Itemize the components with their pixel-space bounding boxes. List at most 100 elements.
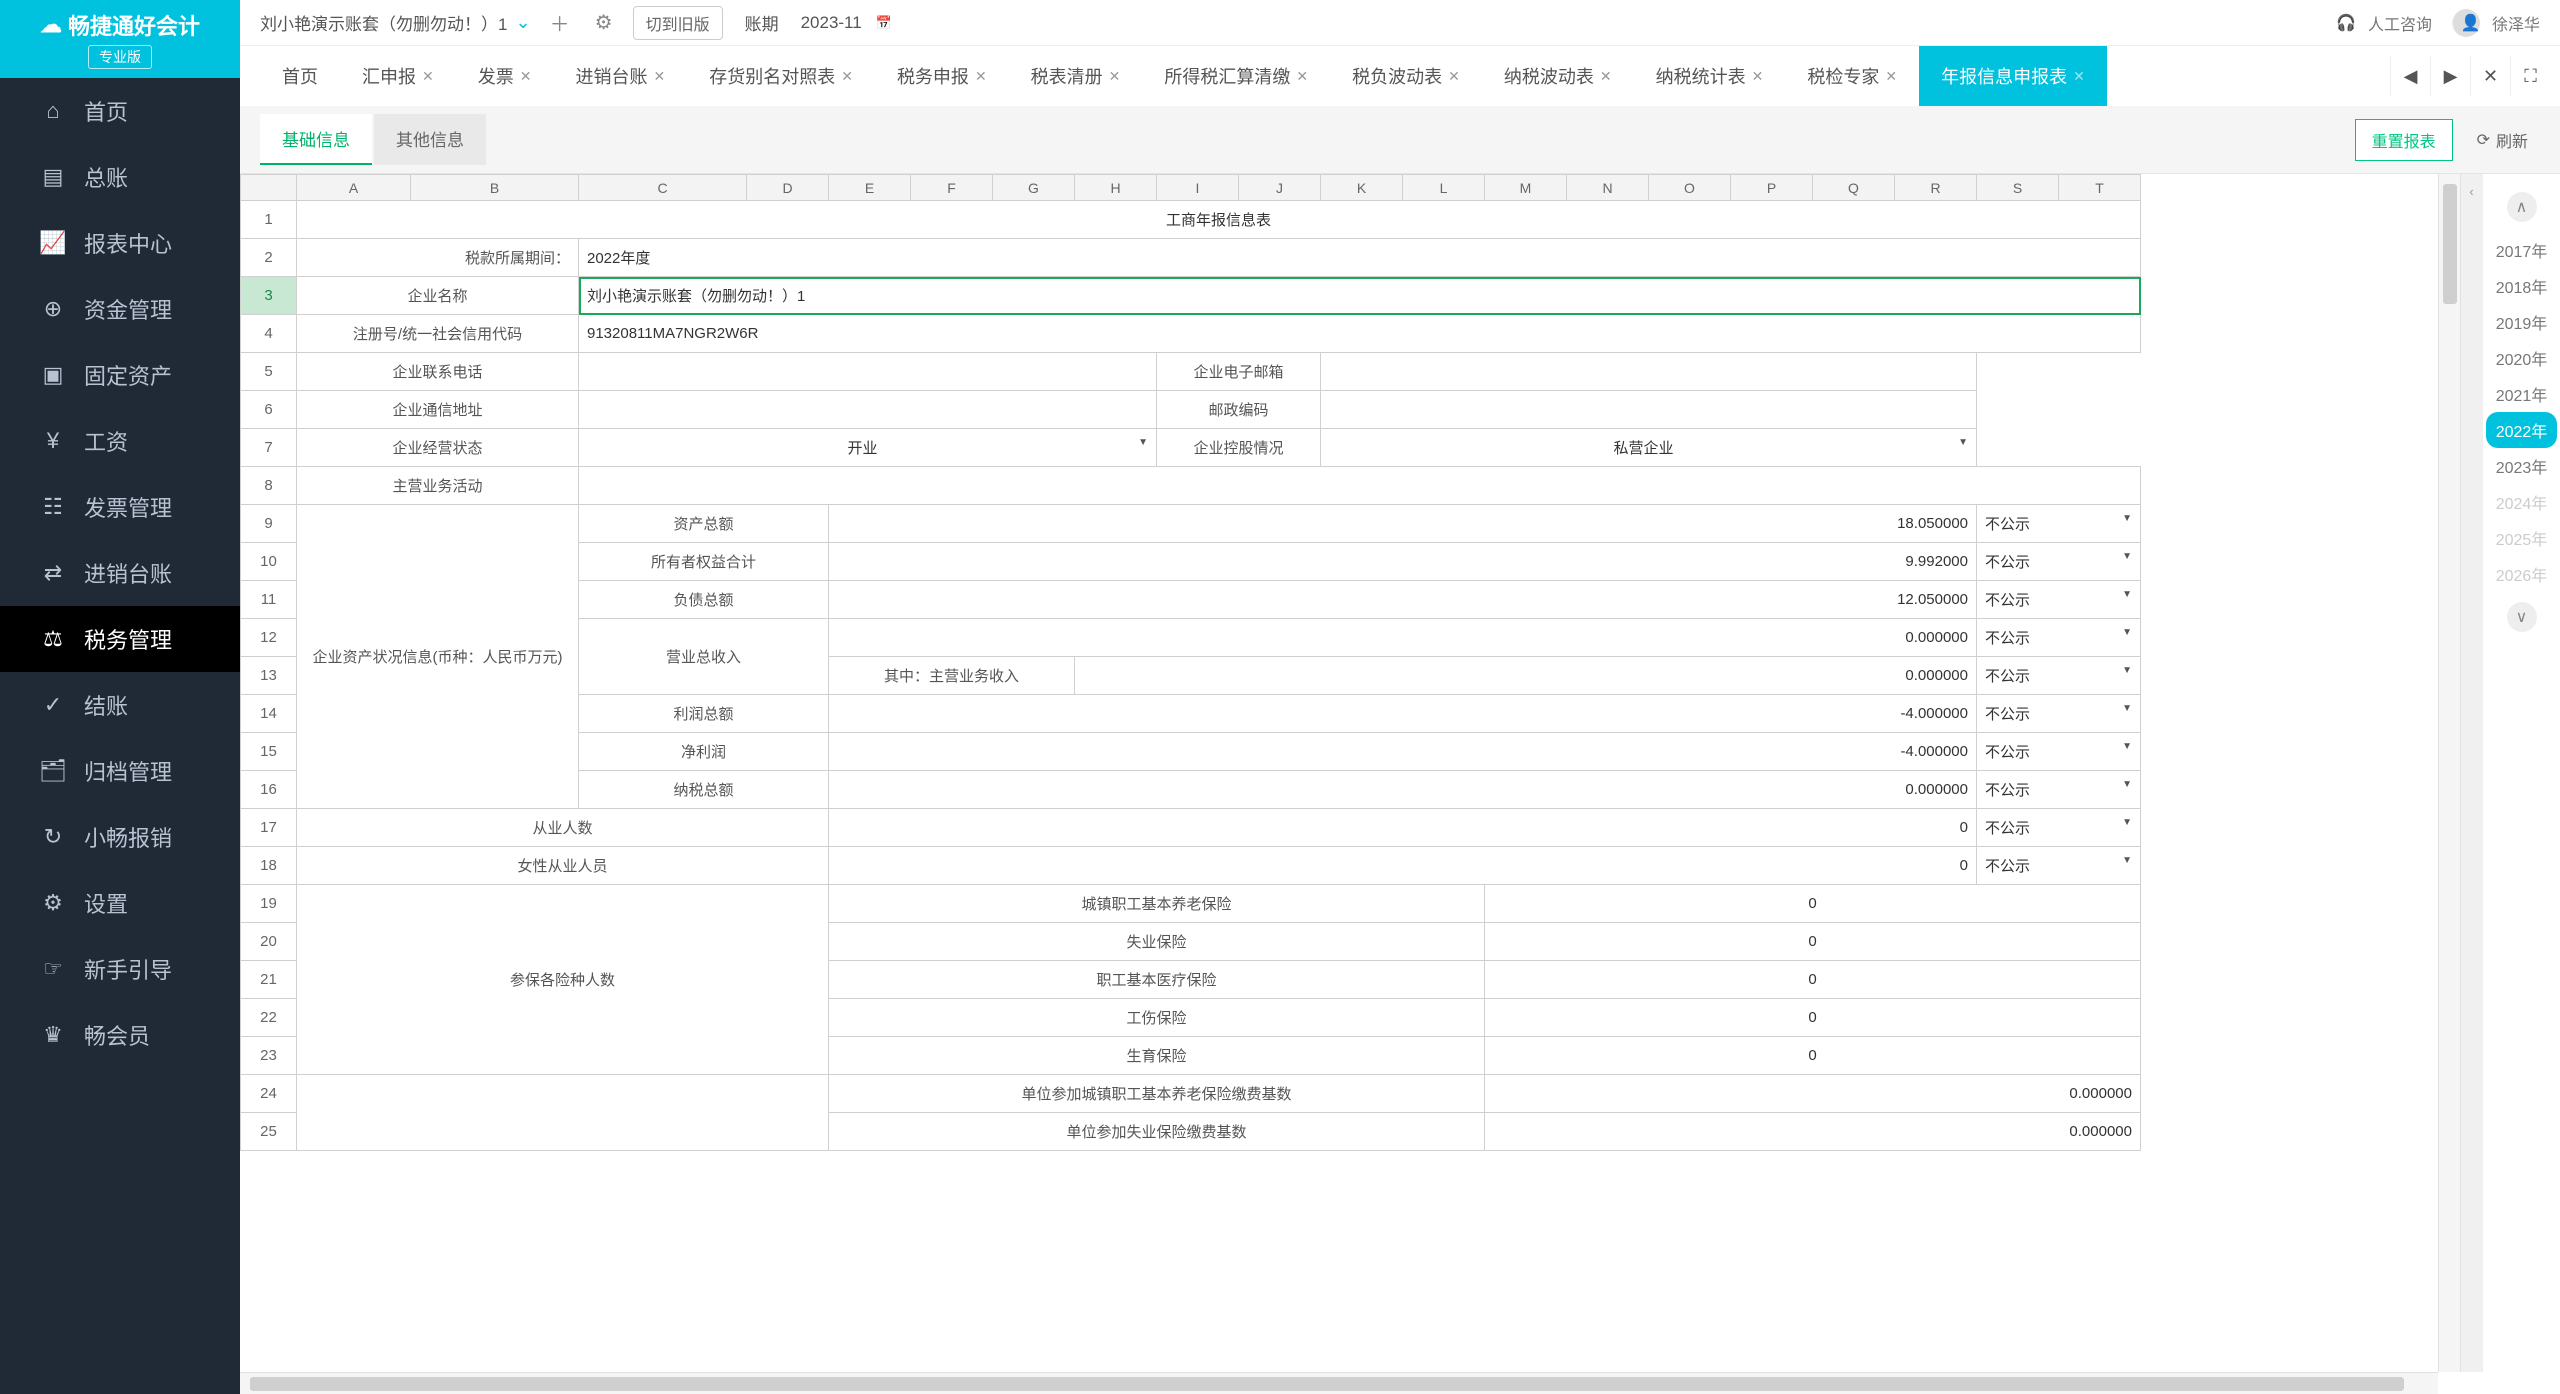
publish-dropdown[interactable]: 不公示▼ [1977,771,2141,809]
value-cell[interactable] [1321,353,1977,391]
col-header[interactable]: B [411,175,579,201]
tab-11[interactable]: 税检专家✕ [1785,46,1919,106]
nav-3[interactable]: ⊕资金管理 [0,276,240,342]
tab-5[interactable]: 税务申报✕ [875,46,1009,106]
row-header[interactable]: 13 [241,657,297,695]
tab-prev[interactable]: ◀ [2390,56,2430,96]
nav-0[interactable]: ⌂首页 [0,78,240,144]
close-icon[interactable]: ✕ [520,68,532,85]
row-header[interactable]: 17 [241,809,297,847]
col-header[interactable]: H [1075,175,1157,201]
col-header[interactable]: Q [1813,175,1895,201]
col-header[interactable]: D [747,175,829,201]
publish-dropdown[interactable]: 不公示▼ [1977,695,2141,733]
tab-4[interactable]: 存货别名对照表✕ [687,46,875,106]
close-icon[interactable]: ✕ [653,68,665,85]
subtab-0[interactable]: 基础信息 [260,114,372,165]
value-cell[interactable]: 0.000000 [1075,657,1977,695]
year-2023年[interactable]: 2023年 [2486,448,2558,484]
row-header[interactable]: 14 [241,695,297,733]
col-header[interactable]: C [579,175,747,201]
row-header[interactable]: 21 [241,961,297,999]
publish-dropdown[interactable]: 不公示▼ [1977,657,2141,695]
tab-9[interactable]: 纳税波动表✕ [1482,46,1634,106]
horizontal-scrollbar[interactable] [240,1372,2438,1394]
gear-icon[interactable]: ⚙ [589,8,619,38]
row-header[interactable]: 15 [241,733,297,771]
row-header[interactable]: 23 [241,1037,297,1075]
tab-10[interactable]: 纳税统计表✕ [1634,46,1786,106]
period-value[interactable]: 2023-11 [801,13,862,33]
col-header[interactable]: S [1977,175,2059,201]
col-header[interactable]: A [297,175,411,201]
row-header[interactable]: 6 [241,391,297,429]
row-header[interactable]: 3 [241,277,297,315]
value-cell[interactable]: 12.050000 [829,581,1977,619]
nav-2[interactable]: 📈报表中心 [0,210,240,276]
value-cell[interactable] [579,391,1157,429]
row-header[interactable]: 20 [241,923,297,961]
publish-dropdown[interactable]: 不公示▼ [1977,733,2141,771]
dropdown-cell[interactable]: 私营企业▼ [1321,429,1977,467]
nav-14[interactable]: ♛畅会员 [0,1002,240,1068]
year-2017年[interactable]: 2017年 [2486,232,2558,268]
value-cell[interactable]: 0.000000 [1485,1075,2141,1113]
col-header[interactable]: O [1649,175,1731,201]
subtab-1[interactable]: 其他信息 [374,114,486,165]
avatar[interactable]: 👤 [2452,9,2480,37]
value-cell[interactable]: 0.000000 [829,619,1977,657]
nav-11[interactable]: ↻小畅报销 [0,804,240,870]
col-header[interactable]: N [1567,175,1649,201]
fullscreen-icon[interactable]: ⛶ [2510,56,2550,96]
col-header[interactable]: R [1895,175,1977,201]
year-2020年[interactable]: 2020年 [2486,340,2558,376]
tab-1[interactable]: 汇申报✕ [340,46,456,106]
user-name[interactable]: 徐泽华 [2492,11,2540,35]
nav-10[interactable]: 🗂归档管理 [0,738,240,804]
year-2021年[interactable]: 2021年 [2486,376,2558,412]
close-icon[interactable]: ✕ [1296,68,1308,85]
close-icon[interactable]: ✕ [1448,68,1460,85]
vertical-scrollbar[interactable] [2438,174,2460,1372]
row-header[interactable]: 10 [241,543,297,581]
value-cell[interactable]: 0 [1485,923,2141,961]
row-header[interactable]: 7 [241,429,297,467]
row-header[interactable]: 9 [241,505,297,543]
row-header[interactable]: 11 [241,581,297,619]
col-header[interactable]: L [1403,175,1485,201]
close-icon[interactable]: ✕ [975,68,987,85]
value-cell[interactable]: 0 [829,847,1977,885]
close-icon[interactable]: ✕ [1109,68,1121,85]
tab-6[interactable]: 税表清册✕ [1009,46,1143,106]
col-header[interactable]: I [1157,175,1239,201]
value-cell[interactable] [579,353,1157,391]
year-2019年[interactable]: 2019年 [2486,304,2558,340]
row-header[interactable]: 12 [241,619,297,657]
nav-13[interactable]: ☞新手引导 [0,936,240,1002]
tabs-close-all[interactable]: ✕ [2470,56,2510,96]
col-header[interactable]: E [829,175,911,201]
col-header[interactable]: M [1485,175,1567,201]
row-header[interactable]: 4 [241,315,297,353]
value-cell[interactable] [579,467,2141,505]
add-button[interactable]: ＋ [545,8,575,38]
col-header[interactable]: J [1239,175,1321,201]
nav-4[interactable]: ▣固定资产 [0,342,240,408]
close-icon[interactable]: ✕ [1885,68,1897,85]
close-icon[interactable]: ✕ [422,68,434,85]
value-cell[interactable]: -4.000000 [829,733,1977,771]
row-header[interactable]: 8 [241,467,297,505]
tab-0[interactable]: 首页 [260,46,340,106]
close-icon[interactable]: ✕ [2073,68,2085,85]
row-header[interactable]: 25 [241,1113,297,1151]
refresh-button[interactable]: ⟳刷新 [2465,120,2540,160]
publish-dropdown[interactable]: 不公示▼ [1977,619,2141,657]
col-header[interactable]: T [2059,175,2141,201]
row-header[interactable]: 16 [241,771,297,809]
collapse-handle[interactable]: ‹ [2460,174,2482,1372]
reset-report-button[interactable]: 重置报表 [2355,119,2453,161]
nav-8[interactable]: ⚖税务管理 [0,606,240,672]
tab-2[interactable]: 发票✕ [456,46,554,106]
close-icon[interactable]: ✕ [1600,68,1612,85]
close-icon[interactable]: ✕ [1752,68,1764,85]
